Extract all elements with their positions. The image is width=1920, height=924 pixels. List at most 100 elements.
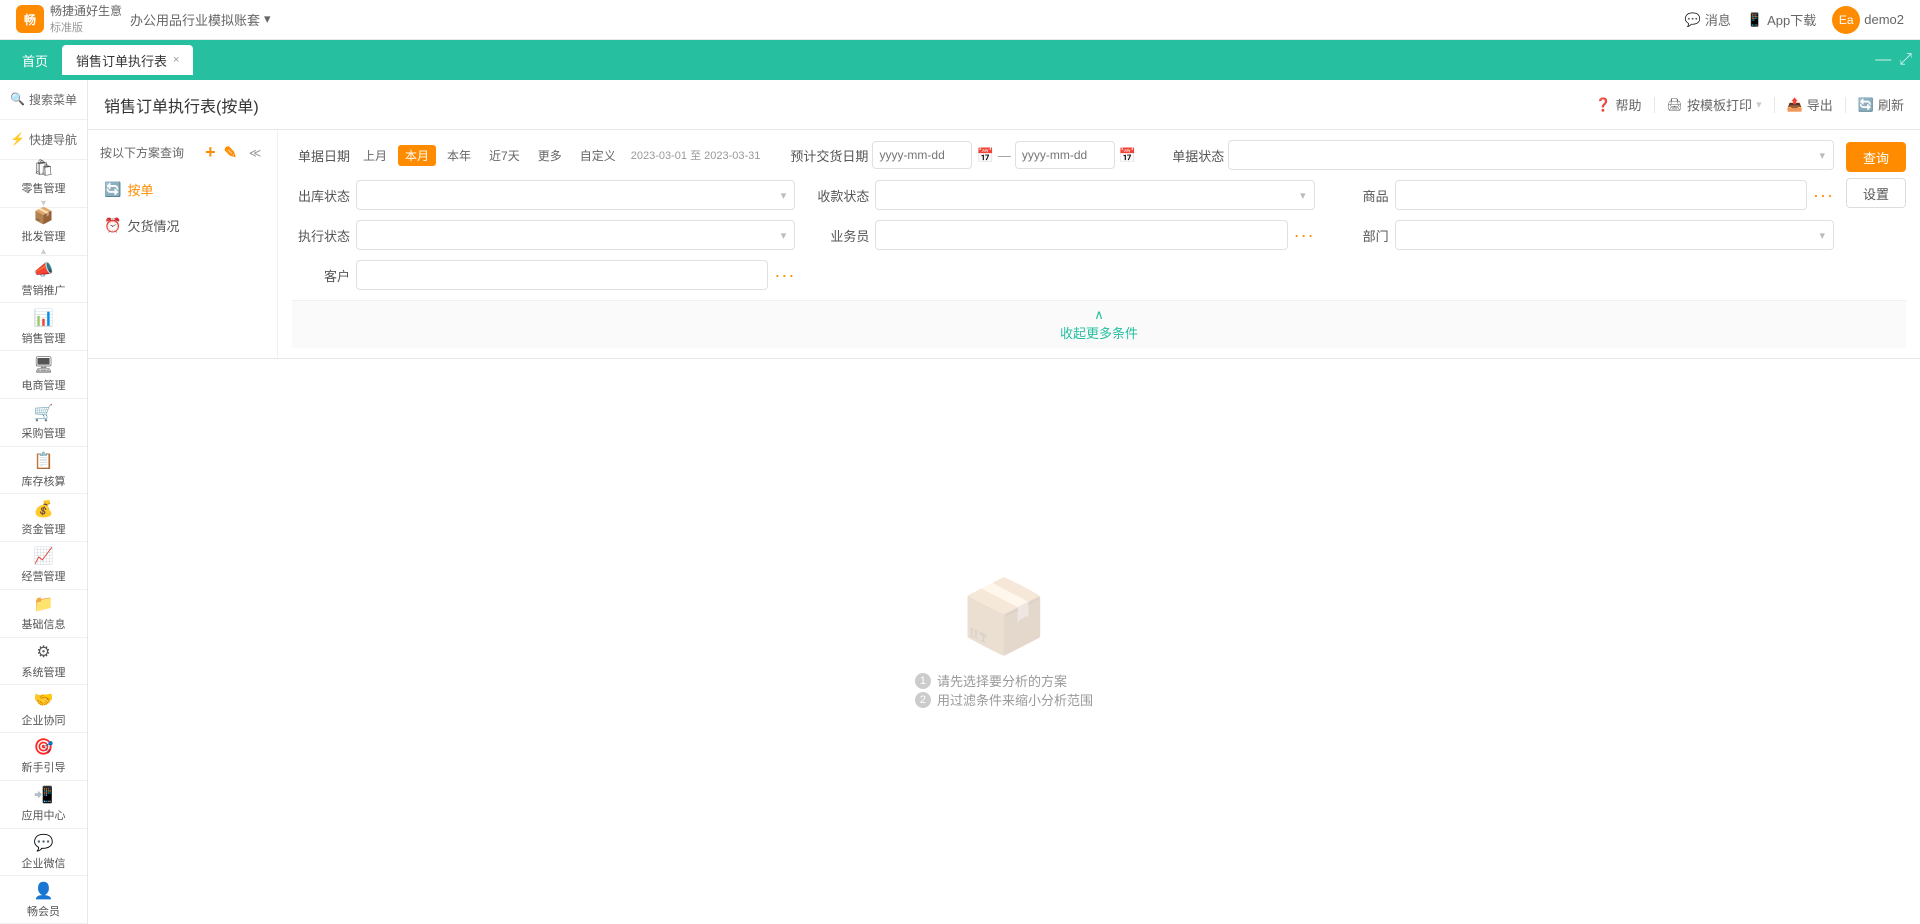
logo-sub: 标准版 — [50, 19, 122, 35]
message-icon: 💬 — [1685, 12, 1701, 28]
scheme-add-button[interactable]: + — [205, 142, 216, 163]
search-icon: 🔍 — [10, 92, 25, 106]
query-settings-buttons: 查询 设置 — [1846, 142, 1906, 208]
window-minimize-button[interactable]: — — [1875, 51, 1891, 69]
sidebar-item-member[interactable]: 👤 畅会员 — [0, 876, 87, 924]
scheme-item-arrears[interactable]: ⏰ 欠货情况 — [88, 207, 277, 243]
ecommerce-icon: 🖥 — [33, 355, 53, 375]
export-button[interactable]: 📤 导出 — [1787, 95, 1833, 114]
breadcrumb-arrow-icon[interactable]: ▾ — [264, 11, 271, 27]
tab-home[interactable]: 首页 — [8, 45, 62, 75]
window-maximize-button[interactable]: ⤢ — [1899, 51, 1912, 69]
sidebar-item-marketing[interactable]: 📣 营销推广 — [0, 256, 87, 304]
refresh-button[interactable]: 🔄 刷新 — [1858, 95, 1904, 114]
sidebar-item-purchase[interactable]: 🛒 采购管理 — [0, 399, 87, 447]
date-range-text: 2023-03-01 至 2023-03-31 — [631, 147, 761, 163]
department-field: 部门 ▾ — [1331, 220, 1834, 250]
sidebar-item-inventory[interactable]: 📋 库存核算 — [0, 447, 87, 495]
tab-bar: 首页 销售订单执行表 × — ⤢ — [0, 40, 1920, 80]
scheme-edit-button[interactable]: ✎ — [224, 143, 237, 163]
scheme-item-by-order[interactable]: 🔄 按单 — [88, 171, 277, 207]
collapse-bar[interactable]: ∧ 收起更多条件 — [292, 300, 1906, 348]
date-tab-prev-month[interactable]: 上月 — [356, 145, 394, 166]
payment-status-select[interactable]: ▾ — [875, 180, 1314, 210]
breadcrumb: 办公用品行业模拟账套 ▾ — [130, 10, 271, 29]
page-header: 销售订单执行表(按单) ❓ 帮助 🖨 按模板打印 ▾ 📤 导出 — [88, 80, 1920, 130]
sidebar-item-appstore[interactable]: 📲 应用中心 — [0, 781, 87, 829]
content-area: 销售订单执行表(按单) ❓ 帮助 🖨 按模板打印 ▾ 📤 导出 — [88, 80, 1920, 924]
cal-end-icon[interactable]: 📅 — [1119, 147, 1136, 164]
sidebar-item-sales[interactable]: 📊 销售管理 — [0, 303, 87, 351]
sidebar-item-wechat[interactable]: 💬 企业微信 — [0, 829, 87, 877]
filter-fields-area: 单据日期 上月 本月 本年 近7天 更多 自定义 2023-03-01 至 20… — [292, 140, 1834, 300]
sidebar-item-ecommerce[interactable]: 🖥 电商管理 — [0, 351, 87, 399]
sidebar-item-finance[interactable]: 💰 资金管理 — [0, 494, 87, 542]
scheme-header: 按以下方案查询 + ✎ ≪ — [88, 138, 277, 171]
product-dots-button[interactable]: ··· — [1813, 185, 1834, 206]
date-tab-custom[interactable]: 自定义 — [573, 145, 623, 166]
help-button[interactable]: ❓ 帮助 — [1595, 95, 1641, 114]
product-input[interactable] — [1395, 180, 1807, 210]
sidebar-shortcut-button[interactable]: ⚡ 快捷导航 — [0, 120, 87, 160]
filter-row-4: 客户 ··· — [292, 260, 1834, 290]
product-field: 商品 ··· — [1331, 180, 1834, 210]
sidebar-search-button[interactable]: 🔍 搜索菜单 — [0, 80, 87, 120]
page-header-actions: ❓ 帮助 🖨 按模板打印 ▾ 📤 导出 🔄 刷新 — [1595, 95, 1904, 114]
date-tab-this-month[interactable]: 本月 — [398, 145, 436, 166]
exec-status-select[interactable]: ▾ — [356, 220, 795, 250]
sidebar-item-basic[interactable]: 📁 基础信息 — [0, 590, 87, 638]
salesperson-dots-button[interactable]: ··· — [1294, 225, 1315, 246]
filter-and-body: 按以下方案查询 + ✎ ≪ 🔄 按单 ⏰ 欠货情况 — [88, 130, 1920, 924]
top-bar: 畅 畅捷通好生意 标准版 办公用品行业模拟账套 ▾ 💬 消息 📱 App下载 E… — [0, 0, 1920, 40]
empty-illustration: 📦 — [959, 574, 1049, 659]
scheme-collapse-button[interactable]: ≪ — [245, 143, 265, 163]
sidebar-item-retail[interactable]: 🛍 零售管理 ▾ — [0, 160, 87, 208]
department-select[interactable]: ▾ — [1395, 220, 1834, 250]
salesperson-field: 业务员 ··· — [811, 220, 1314, 250]
expected-date-end-input[interactable] — [1015, 141, 1115, 169]
divider-1 — [1654, 97, 1655, 113]
filter-wrapper: 按以下方案查询 + ✎ ≪ 🔄 按单 ⏰ 欠货情况 — [88, 130, 1920, 359]
payment-status-field: 收款状态 ▾ — [811, 180, 1314, 210]
collapse-icon: ∧ — [298, 307, 1900, 323]
expected-date-start-input[interactable] — [872, 141, 972, 169]
exec-status-field: 执行状态 ▾ — [292, 220, 795, 250]
sidebar-item-newbie[interactable]: 🎯 新手引导 — [0, 733, 87, 781]
customer-field: 客户 ··· — [292, 260, 795, 290]
message-button[interactable]: 💬 消息 — [1685, 10, 1731, 29]
logo-name: 畅捷通好生意 — [50, 4, 122, 18]
wechat-icon: 💬 — [34, 833, 54, 853]
scheme-header-actions: + ✎ ≪ — [205, 142, 265, 163]
print-button[interactable]: 🖨 按模板打印 ▾ — [1667, 95, 1762, 114]
customer-dots-button[interactable]: ··· — [774, 265, 795, 286]
app-download-button[interactable]: 📱 App下载 — [1747, 10, 1816, 29]
status-select[interactable]: ▾ — [1228, 140, 1834, 170]
department-arrow-icon: ▾ — [1819, 229, 1825, 242]
user-menu[interactable]: Ea demo2 — [1832, 6, 1904, 34]
divider-3 — [1845, 97, 1846, 113]
payment-arrow-icon: ▾ — [1300, 189, 1306, 202]
sidebar-item-operation[interactable]: 📈 经营管理 — [0, 542, 87, 590]
delivery-status-select[interactable]: ▾ — [356, 180, 795, 210]
sidebar-item-system[interactable]: ⚙ 系统管理 — [0, 638, 87, 686]
date-tab-last7[interactable]: 近7天 — [482, 145, 527, 166]
date-tab-this-year[interactable]: 本年 — [440, 145, 478, 166]
tab-sales-order[interactable]: 销售订单执行表 × — [62, 45, 193, 75]
top-bar-right: 💬 消息 📱 App下载 Ea demo2 — [1685, 6, 1904, 34]
customer-input[interactable] — [356, 260, 768, 290]
enterprise-icon: 🤝 — [34, 690, 54, 710]
refresh-icon: 🔄 — [1858, 97, 1874, 113]
tab-close-icon[interactable]: × — [173, 54, 179, 66]
step-2-num: 2 — [915, 692, 931, 708]
salesperson-input[interactable] — [875, 220, 1287, 250]
settings-button[interactable]: 设置 — [1846, 178, 1906, 208]
date-tab-more[interactable]: 更多 — [531, 145, 569, 166]
sidebar-item-enterprise[interactable]: 🤝 企业协同 — [0, 685, 87, 733]
filter-main-row: 单据日期 上月 本月 本年 近7天 更多 自定义 2023-03-01 至 20… — [292, 140, 1906, 300]
cal-start-icon[interactable]: 📅 — [976, 147, 993, 164]
appstore-icon: 📲 — [34, 785, 54, 805]
payment-label: 收款状态 — [811, 186, 869, 205]
sidebar-item-wholesale[interactable]: 📦 批发管理 ▴ — [0, 208, 87, 256]
query-button[interactable]: 查询 — [1846, 142, 1906, 172]
print-dropdown-icon[interactable]: ▾ — [1756, 98, 1762, 111]
